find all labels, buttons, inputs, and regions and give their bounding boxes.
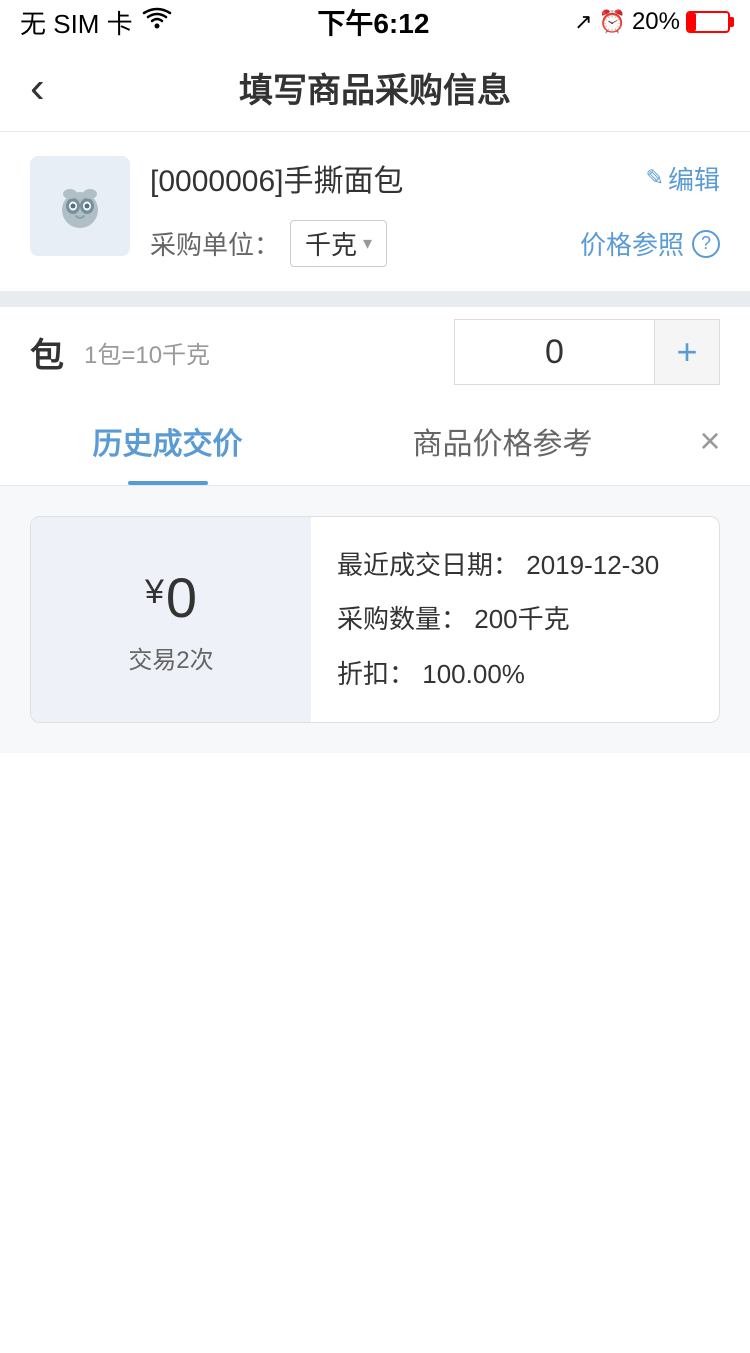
battery-percent: 20% [632,8,680,36]
no-sim-text: 无 SIM 卡 [20,4,133,41]
price-card-right: 最近成交日期： 2019-12-30 采购数量： 200千克 折扣： 100.0… [311,517,719,722]
page-title: 填写商品采购信息 [239,63,511,112]
discount-value: 100.00% [422,659,525,689]
product-info: [0000006]手撕面包 ✎ 编辑 采购单位： 千克 ▾ 价格参照 [150,156,720,267]
price-reference-button[interactable]: 价格参照 ? [580,225,720,262]
unit-hint: 1包=10千克 [84,335,210,370]
unit-select[interactable]: 千克 ▾ [290,220,387,267]
currency-symbol: ¥ [145,573,164,612]
status-carrier: 无 SIM 卡 [20,4,173,41]
status-icons: ↗ ⏰ 20% [574,8,730,36]
quantity-input[interactable] [454,319,654,385]
battery-icon [686,11,730,33]
wifi-icon [141,7,173,38]
quantity-label: 采购数量： [337,604,467,634]
unit-value: 千克 [305,225,357,262]
recent-date-label: 最近成交日期： [337,550,519,580]
edit-button[interactable]: ✎ 编辑 [646,160,720,197]
alarm-icon: ⏰ [599,9,626,35]
tab-history-price[interactable]: 历史成交价 [0,397,335,485]
price-ref-label: 价格参照 [580,225,684,262]
unit-label: 采购单位： [150,225,280,262]
quantity-controls: + [454,319,720,385]
discount-label: 折扣： [337,659,415,689]
quantity-row-detail: 采购数量： 200千克 [337,601,693,637]
back-button[interactable]: ‹ [30,66,45,110]
product-name: [0000006]手撕面包 [150,156,403,200]
question-icon: ? [692,230,720,258]
status-time: 下午6:12 [317,2,429,42]
price-card-left: ¥ 0 交易2次 [31,517,311,722]
status-bar: 无 SIM 卡 下午6:12 ↗ ⏰ 20% [0,0,750,44]
page-rest [0,753,750,1353]
edit-icon: ✎ [646,165,664,191]
tab-close-button[interactable]: × [670,397,750,485]
quantity-value: 200千克 [474,604,569,634]
tab-product-label: 商品价格参考 [413,419,593,463]
location-icon: ↗ [574,9,592,35]
nav-bar: ‹ 填写商品采购信息 [0,44,750,132]
discount-row: 折扣： 100.00% [337,656,693,692]
price-value: 0 [166,565,197,630]
product-card: [0000006]手撕面包 ✎ 编辑 采购单位： 千克 ▾ 价格参照 [0,132,750,291]
tab-product-price[interactable]: 商品价格参考 [335,397,670,485]
tab-bar: 历史成交价 商品价格参考 × [0,397,750,486]
tab-panel: 历史成交价 商品价格参考 × ¥ 0 交易2次 最近成交日期： 2019-12-… [0,397,750,753]
tab-history-label: 历史成交价 [93,419,243,463]
plus-button[interactable]: + [654,319,720,385]
edit-label: 编辑 [668,160,720,197]
price-card: ¥ 0 交易2次 最近成交日期： 2019-12-30 采购数量： 200千克 … [30,516,720,723]
chevron-down-icon: ▾ [363,233,372,254]
recent-date-row: 最近成交日期： 2019-12-30 [337,547,693,583]
quantity-row: 包 1包=10千克 + [0,307,750,397]
product-image [30,156,130,256]
section-divider [0,291,750,307]
unit-tag: 包 [30,328,64,377]
price-card-wrapper: ¥ 0 交易2次 最近成交日期： 2019-12-30 采购数量： 200千克 … [0,486,750,753]
transactions-count: 交易2次 [128,640,213,675]
recent-date-value: 2019-12-30 [526,550,659,580]
price-amount: ¥ 0 [145,565,197,630]
